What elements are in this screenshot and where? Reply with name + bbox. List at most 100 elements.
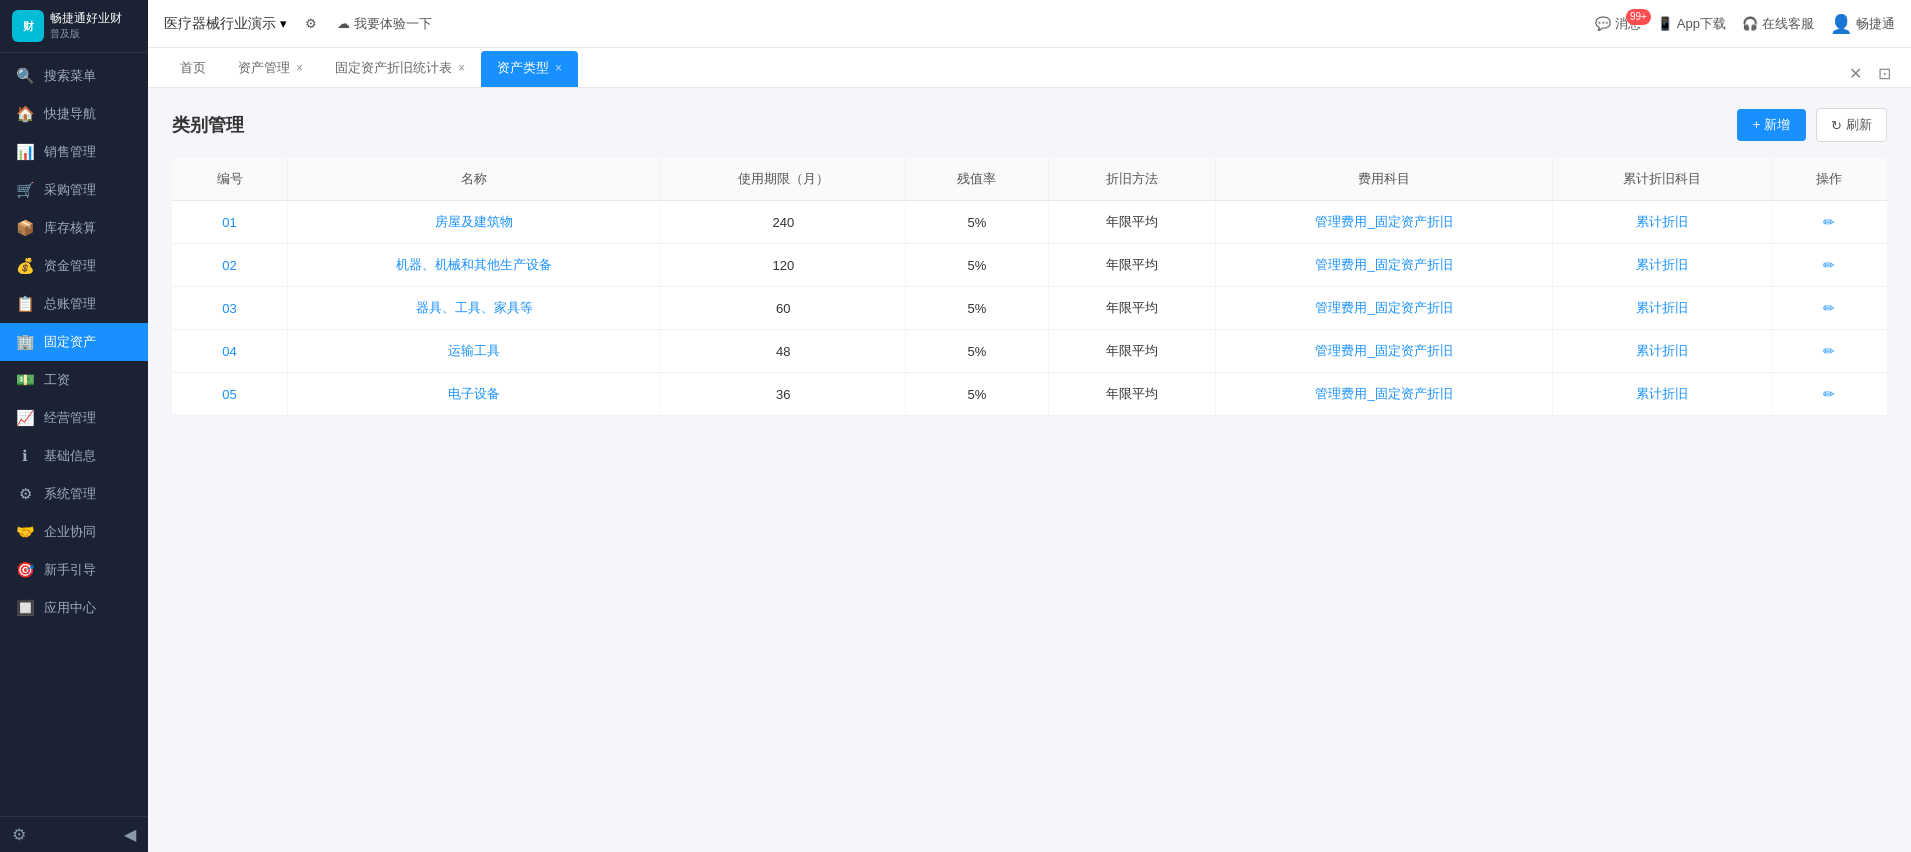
nav-icon-app-center: 🔲: [16, 599, 34, 617]
sidebar-item-purchase[interactable]: 🛒 采购管理: [0, 171, 148, 209]
col-header: 费用科目: [1216, 158, 1552, 201]
cell-expense: 管理费用_固定资产折旧: [1216, 287, 1552, 330]
table-row: 05 电子设备 36 5% 年限平均 管理费用_固定资产折旧 累计折旧 ✏: [172, 373, 1887, 416]
sidebar-logo: 财 畅捷通好业财 普及版: [0, 0, 148, 53]
table-row: 03 器具、工具、家具等 60 5% 年限平均 管理费用_固定资产折旧 累计折旧…: [172, 287, 1887, 330]
edit-icon[interactable]: ✏: [1823, 300, 1835, 316]
edit-icon[interactable]: ✏: [1823, 257, 1835, 273]
cell-id: 04: [172, 330, 288, 373]
sidebar-item-ledger[interactable]: 📋 总账管理: [0, 285, 148, 323]
sidebar-item-search[interactable]: 🔍 搜索菜单: [0, 57, 148, 95]
tab-label-asset-mgmt: 资产管理: [238, 59, 290, 77]
table-row: 01 房屋及建筑物 240 5% 年限平均 管理费用_固定资产折旧 累计折旧 ✏: [172, 201, 1887, 244]
col-header: 编号: [172, 158, 288, 201]
sidebar-item-basic-info[interactable]: ℹ 基础信息: [0, 437, 148, 475]
edit-icon[interactable]: ✏: [1823, 386, 1835, 402]
company-name: 医疗器械行业演示: [164, 15, 276, 33]
nav-label-sales: 销售管理: [44, 143, 96, 161]
refresh-icon: ↻: [1831, 118, 1842, 133]
sidebar-item-app-center[interactable]: 🔲 应用中心: [0, 589, 148, 627]
nav-label-guide: 新手引导: [44, 561, 96, 579]
sidebar-item-operations[interactable]: 📈 经营管理: [0, 399, 148, 437]
cell-residual: 5%: [906, 201, 1048, 244]
edit-icon[interactable]: ✏: [1823, 214, 1835, 230]
sidebar-item-fixed-assets[interactable]: 🏢 固定资产: [0, 323, 148, 361]
nav-label-operations: 经营管理: [44, 409, 96, 427]
page-header: 类别管理 + 新增 ↻ 刷新: [172, 108, 1887, 142]
cell-id: 03: [172, 287, 288, 330]
table-header-row: 编号名称使用期限（月）残值率折旧方法费用科目累计折旧科目操作: [172, 158, 1887, 201]
tab-close-asset-type[interactable]: ×: [555, 61, 562, 75]
cell-action[interactable]: ✏: [1771, 244, 1887, 287]
nav-label-basic-info: 基础信息: [44, 447, 96, 465]
cell-action[interactable]: ✏: [1771, 373, 1887, 416]
top-bar-right: 💬 消息 99+ 📱 App下载 🎧 在线客服 👤 畅捷通: [1595, 13, 1895, 35]
refresh-button[interactable]: ↻ 刷新: [1816, 108, 1887, 142]
tab-asset-type[interactable]: 资产类型×: [481, 51, 578, 87]
expand-tab-action[interactable]: ⊡: [1874, 60, 1895, 87]
page-title: 类别管理: [172, 113, 244, 137]
cell-residual: 5%: [906, 287, 1048, 330]
app-name: 畅捷通好业财: [50, 11, 122, 27]
sidebar-item-system[interactable]: ⚙ 系统管理: [0, 475, 148, 513]
message-button[interactable]: 💬 消息 99+: [1595, 15, 1641, 33]
nav-icon-system: ⚙: [16, 485, 34, 503]
user-avatar-icon: 👤: [1830, 13, 1852, 35]
cell-accumulated: 累计折旧: [1552, 244, 1771, 287]
cell-expense: 管理费用_固定资产折旧: [1216, 373, 1552, 416]
app-download-button[interactable]: 📱 App下载: [1657, 15, 1726, 33]
sidebar-item-quick-nav[interactable]: 🏠 快捷导航: [0, 95, 148, 133]
tab-bar-right: ✕ ⊡: [1845, 60, 1895, 87]
tab-depreciation-table[interactable]: 固定资产折旧统计表×: [319, 51, 481, 87]
edit-icon[interactable]: ✏: [1823, 343, 1835, 359]
tab-close-depreciation-table[interactable]: ×: [458, 61, 465, 75]
cell-method: 年限平均: [1048, 373, 1216, 416]
col-header: 折旧方法: [1048, 158, 1216, 201]
sidebar-item-enterprise[interactable]: 🤝 企业协同: [0, 513, 148, 551]
tab-home[interactable]: 首页: [164, 51, 222, 87]
user-menu-button[interactable]: 👤 畅捷通: [1830, 13, 1895, 35]
tab-asset-mgmt[interactable]: 资产管理 ×: [222, 51, 319, 87]
cell-expense: 管理费用_固定资产折旧: [1216, 330, 1552, 373]
cell-residual: 5%: [906, 330, 1048, 373]
sidebar: 财 畅捷通好业财 普及版 🔍 搜索菜单 🏠 快捷导航 📊 销售管理 🛒 采购管理…: [0, 0, 148, 852]
logo-icon: 财: [12, 10, 44, 42]
cell-action[interactable]: ✏: [1771, 330, 1887, 373]
col-header: 操作: [1771, 158, 1887, 201]
new-button[interactable]: + 新增: [1737, 109, 1806, 141]
cloud-icon: ☁: [337, 16, 350, 31]
collapse-footer-icon[interactable]: ◀: [124, 825, 136, 844]
online-service-button[interactable]: 🎧 在线客服: [1742, 15, 1814, 33]
try-button[interactable]: ☁ 我要体验一下: [329, 11, 440, 37]
tab-close-asset-mgmt[interactable]: ×: [296, 61, 303, 75]
tab-bar: 首页资产管理×固定资产折旧统计表×资产类型× ✕ ⊡: [148, 48, 1911, 88]
sidebar-item-sales[interactable]: 📊 销售管理: [0, 133, 148, 171]
sidebar-item-salary[interactable]: 💵 工资: [0, 361, 148, 399]
table-body: 01 房屋及建筑物 240 5% 年限平均 管理费用_固定资产折旧 累计折旧 ✏…: [172, 201, 1887, 416]
close-tab-action[interactable]: ✕: [1845, 60, 1866, 87]
settings-button[interactable]: ⚙: [297, 12, 325, 35]
page-actions: + 新增 ↻ 刷新: [1737, 108, 1887, 142]
message-icon: 💬: [1595, 16, 1611, 31]
cell-name: 运输工具: [288, 330, 661, 373]
app-edition: 普及版: [50, 27, 122, 41]
cell-action[interactable]: ✏: [1771, 201, 1887, 244]
company-selector[interactable]: 医疗器械行业演示 ▾: [164, 15, 287, 33]
col-header: 名称: [288, 158, 661, 201]
settings-footer-icon[interactable]: ⚙: [12, 825, 26, 844]
col-header: 累计折旧科目: [1552, 158, 1771, 201]
sidebar-item-inventory[interactable]: 📦 库存核算: [0, 209, 148, 247]
nav-icon-operations: 📈: [16, 409, 34, 427]
sidebar-item-guide[interactable]: 🎯 新手引导: [0, 551, 148, 589]
sidebar-item-capital[interactable]: 💰 资金管理: [0, 247, 148, 285]
cell-name: 电子设备: [288, 373, 661, 416]
cell-period: 120: [661, 244, 906, 287]
cell-period: 240: [661, 201, 906, 244]
table-row: 04 运输工具 48 5% 年限平均 管理费用_固定资产折旧 累计折旧 ✏: [172, 330, 1887, 373]
cell-action[interactable]: ✏: [1771, 287, 1887, 330]
cell-expense: 管理费用_固定资产折旧: [1216, 201, 1552, 244]
cell-period: 48: [661, 330, 906, 373]
cell-id: 01: [172, 201, 288, 244]
table-row: 02 机器、机械和其他生产设备 120 5% 年限平均 管理费用_固定资产折旧 …: [172, 244, 1887, 287]
content-area: 类别管理 + 新增 ↻ 刷新 编号名称使用期限（月）残值率折旧方法费用科目累计折…: [148, 88, 1911, 852]
